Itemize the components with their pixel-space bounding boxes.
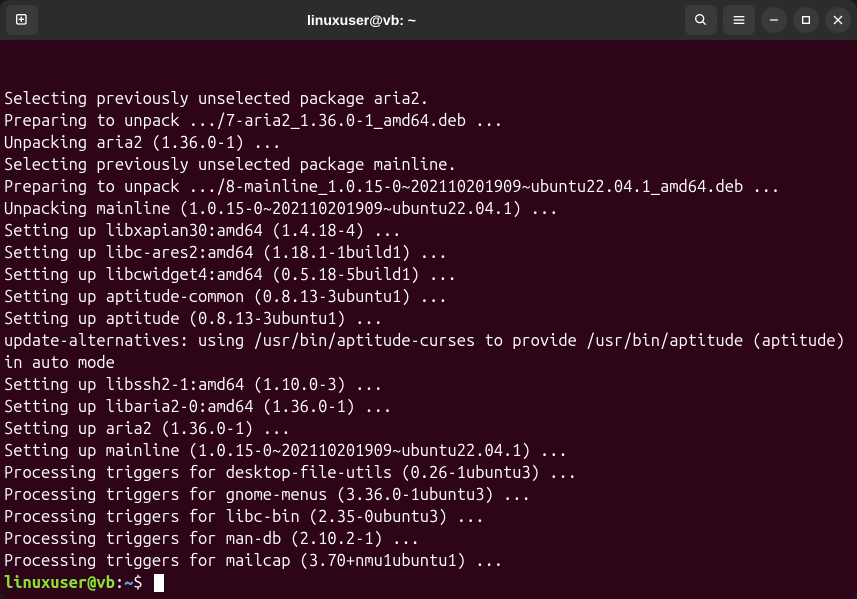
prompt-colon: : bbox=[115, 574, 124, 592]
terminal-line: update-alternatives: using /usr/bin/apti… bbox=[4, 330, 853, 374]
new-tab-button[interactable] bbox=[6, 5, 38, 35]
maximize-icon bbox=[798, 12, 814, 28]
close-button[interactable] bbox=[825, 7, 851, 33]
terminal-line: Selecting previously unselected package … bbox=[4, 154, 853, 176]
terminal-line: Processing triggers for libc-bin (2.35-0… bbox=[4, 506, 853, 528]
titlebar: linuxuser@vb: ~ bbox=[0, 0, 857, 40]
terminal-output[interactable]: Selecting previously unselected package … bbox=[0, 40, 857, 599]
prompt-user-host: linuxuser@vb bbox=[4, 574, 115, 592]
terminal-line: Selecting previously unselected package … bbox=[4, 88, 853, 110]
terminal-window: linuxuser@vb: ~ bbox=[0, 0, 857, 599]
search-icon bbox=[693, 12, 709, 28]
cursor bbox=[154, 574, 164, 592]
terminal-line: Setting up libaria2-0:amd64 (1.36.0-1) .… bbox=[4, 396, 853, 418]
terminal-line: Processing triggers for mailcap (3.70+nm… bbox=[4, 550, 853, 572]
close-icon bbox=[830, 12, 846, 28]
terminal-line: Setting up aptitude-common (0.8.13-3ubun… bbox=[4, 286, 853, 308]
terminal-line: Setting up libssh2-1:amd64 (1.10.0-3) ..… bbox=[4, 374, 853, 396]
hamburger-icon bbox=[731, 12, 747, 28]
terminal-line: Unpacking mainline (1.0.15-0~20211020190… bbox=[4, 198, 853, 220]
terminal-line: Processing triggers for gnome-menus (3.3… bbox=[4, 484, 853, 506]
prompt-dollar: $ bbox=[133, 574, 142, 592]
terminal-line: Processing triggers for man-db (2.10.2-1… bbox=[4, 528, 853, 550]
maximize-button[interactable] bbox=[793, 7, 819, 33]
terminal-line: Setting up libcwidget4:amd64 (0.5.18-5bu… bbox=[4, 264, 853, 286]
minimize-icon bbox=[766, 12, 782, 28]
terminal-line: Setting up libc-ares2:amd64 (1.18.1-1bui… bbox=[4, 242, 853, 264]
titlebar-left bbox=[6, 5, 38, 35]
terminal-line: Setting up mainline (1.0.15-0~2021102019… bbox=[4, 440, 853, 462]
new-tab-icon bbox=[14, 12, 30, 28]
prompt-path: ~ bbox=[124, 574, 133, 592]
minimize-button[interactable] bbox=[761, 7, 787, 33]
menu-button[interactable] bbox=[723, 5, 755, 35]
terminal-line: Setting up aptitude (0.8.13-3ubuntu1) ..… bbox=[4, 308, 853, 330]
window-title: linuxuser@vb: ~ bbox=[42, 12, 681, 28]
terminal-line: Processing triggers for desktop-file-uti… bbox=[4, 462, 853, 484]
terminal-line: Preparing to unpack .../8-mainline_1.0.1… bbox=[4, 176, 853, 198]
terminal-line: Unpacking aria2 (1.36.0-1) ... bbox=[4, 132, 853, 154]
terminal-line: Setting up aria2 (1.36.0-1) ... bbox=[4, 418, 853, 440]
titlebar-right bbox=[685, 5, 851, 35]
terminal-line: Setting up libxapian30:amd64 (1.4.18-4) … bbox=[4, 220, 853, 242]
terminal-line: Preparing to unpack .../7-aria2_1.36.0-1… bbox=[4, 110, 853, 132]
search-button[interactable] bbox=[685, 5, 717, 35]
